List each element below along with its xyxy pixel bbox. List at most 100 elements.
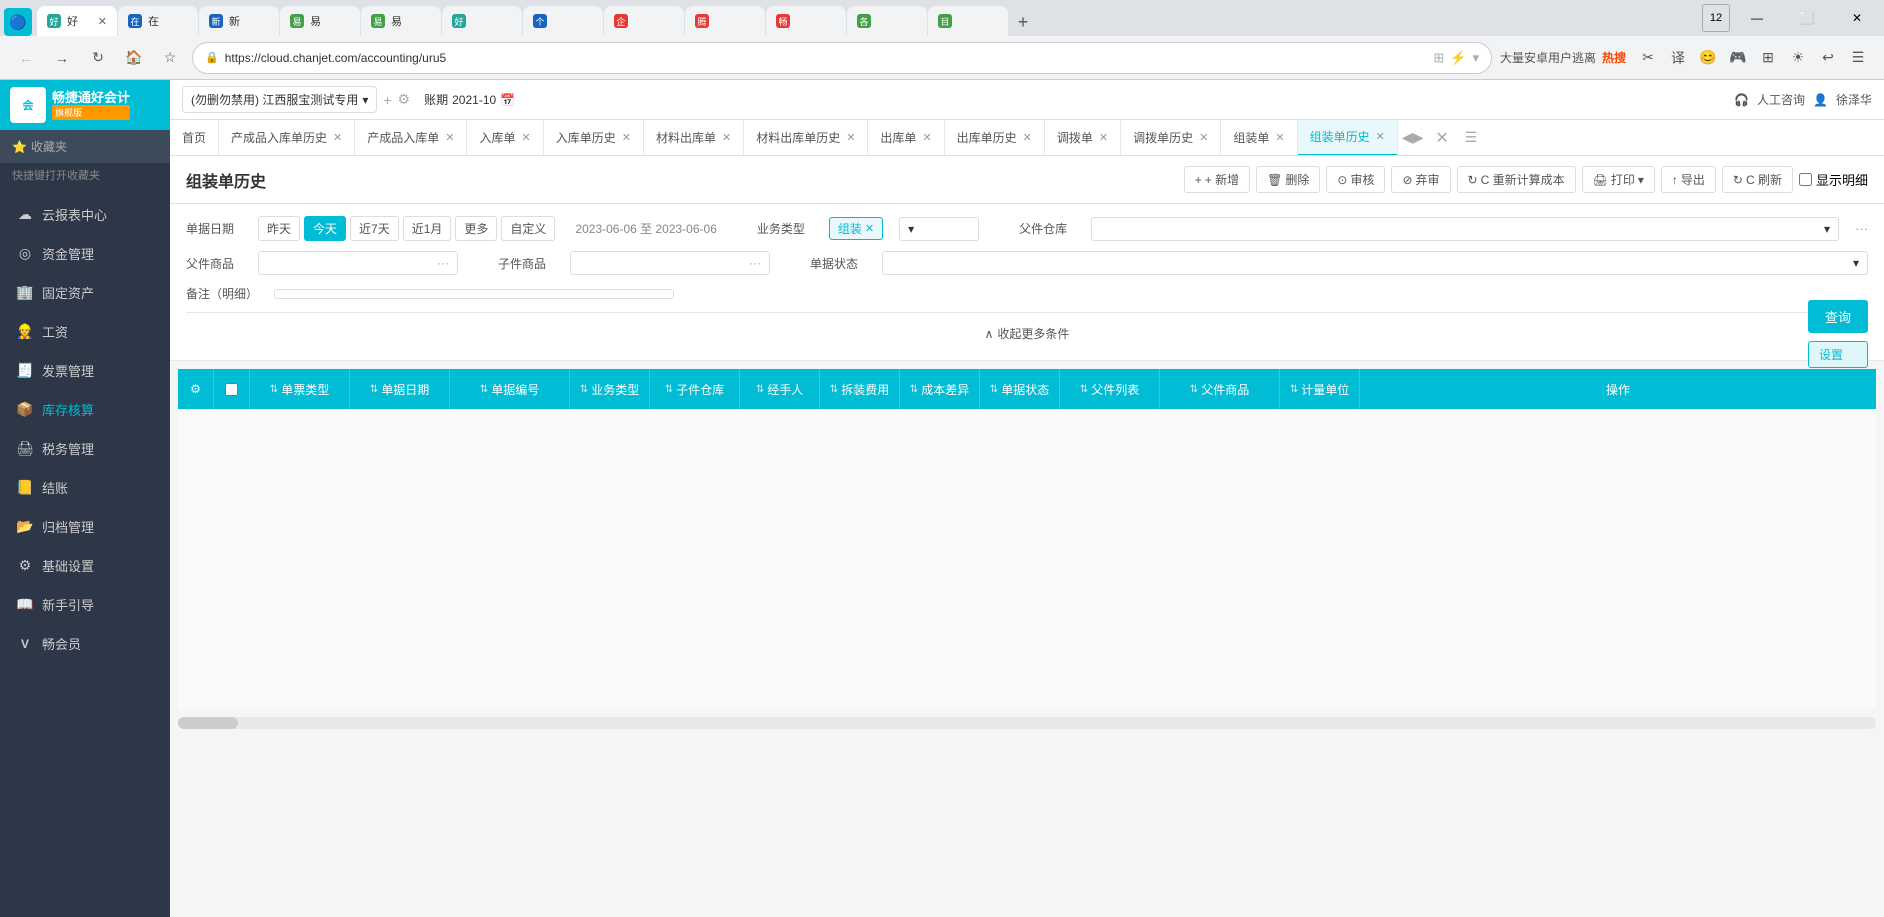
sun-tool[interactable]: ☀	[1784, 44, 1812, 72]
print-button[interactable]: 🖨 打印 ▾	[1582, 166, 1655, 193]
tab-close-icon[interactable]: ✕	[1275, 131, 1284, 144]
sidebar-item-fixed-asset[interactable]: 🏢 固定资产	[0, 273, 170, 312]
delete-button[interactable]: 🗑 删除	[1256, 166, 1320, 193]
dropdown-icon[interactable]: ▾	[1472, 50, 1479, 66]
emoji-tool[interactable]: 😊	[1694, 44, 1722, 72]
th-sub-warehouse[interactable]: ⇅ 子件仓库	[650, 369, 740, 409]
sidebar-item-invoice[interactable]: 🧾 发票管理	[0, 351, 170, 390]
today-btn[interactable]: 今天	[304, 216, 346, 241]
refresh-button[interactable]: ↻ C 刷新	[1722, 166, 1793, 193]
select-all-checkbox[interactable]	[225, 383, 238, 396]
company-selector[interactable]: (勿删勿禁用) 江西服宝测试专用 ▾	[182, 86, 377, 113]
reload-button[interactable]: ↻	[84, 44, 112, 72]
browser-tab-4[interactable]: 易 易	[361, 6, 441, 36]
sidebar-bookmark[interactable]: ⭐ 收藏夹	[0, 130, 170, 163]
maximize-button[interactable]: ⬜	[1784, 0, 1830, 36]
tab-close-icon[interactable]: ✕	[333, 131, 342, 144]
tab-assembly[interactable]: 组装单 ✕	[1221, 120, 1297, 156]
tab-out-history[interactable]: 出库单历史 ✕	[945, 120, 1045, 156]
browser-tab-3[interactable]: 易 易	[280, 6, 360, 36]
bookmark-button[interactable]: ☆	[156, 44, 184, 72]
tab-product-in[interactable]: 产成品入库单 ✕	[355, 120, 467, 156]
export-button[interactable]: ↑ 导出	[1661, 166, 1716, 193]
query-button[interactable]: 查询	[1808, 300, 1868, 333]
parent-goods-input[interactable]: ···	[258, 251, 458, 275]
scrollbar-thumb[interactable]	[178, 717, 238, 729]
close-all-tabs[interactable]: ✕	[1427, 128, 1456, 148]
sidebar-item-cloud-report[interactable]: ☁ 云报表中心	[0, 195, 170, 234]
nav-right-arrow[interactable]: ▶	[1413, 129, 1424, 146]
more-btn[interactable]: 更多	[455, 216, 497, 241]
tab-close-icon[interactable]: ✕	[1376, 130, 1385, 143]
th-settings[interactable]: ⚙	[178, 369, 214, 409]
browser-tab-7[interactable]: 企	[604, 6, 684, 36]
bill-status-select[interactable]: ▾	[882, 251, 1868, 275]
th-unit[interactable]: ⇅ 计量单位	[1280, 369, 1360, 409]
tab-close-icon[interactable]: ✕	[846, 131, 855, 144]
nav-left-arrow[interactable]: ◀	[1402, 129, 1413, 146]
forward-button[interactable]: →	[48, 44, 76, 72]
company-settings-icon[interactable]: ⚙	[398, 91, 411, 108]
tab-count-badge[interactable]: 12	[1702, 4, 1730, 32]
th-biz-type[interactable]: ⇅ 业务类型	[570, 369, 650, 409]
audit-button[interactable]: ⊙ 审核	[1326, 166, 1385, 193]
scissors-tool[interactable]: ✂	[1634, 44, 1662, 72]
tab-close[interactable]: ✕	[98, 15, 107, 28]
url-bar[interactable]: 🔒 https://cloud.chanjet.com/accounting/u…	[192, 42, 1492, 74]
tab-in-bill[interactable]: 入库单 ✕	[467, 120, 543, 156]
close-button[interactable]: ✕	[1834, 0, 1880, 36]
new-tab-button[interactable]: +	[1009, 8, 1037, 36]
translate-tool[interactable]: 译	[1664, 44, 1692, 72]
grid-tool[interactable]: ⊞	[1754, 44, 1782, 72]
browser-tab-10[interactable]: 各	[847, 6, 927, 36]
yesterday-btn[interactable]: 昨天	[258, 216, 300, 241]
minimize-button[interactable]: —	[1734, 0, 1780, 36]
th-checkbox[interactable]	[214, 369, 250, 409]
parent-wh-select[interactable]: ▾	[1091, 217, 1839, 241]
tab-out-bill[interactable]: 出库单 ✕	[868, 120, 944, 156]
collapse-button[interactable]: ∧ 收起更多条件	[186, 319, 1868, 348]
qr-icon[interactable]: ⊞	[1433, 50, 1444, 66]
tab-material-out-history[interactable]: 材料出库单历史 ✕	[744, 120, 868, 156]
tab-product-in-history[interactable]: 产成品入库单历史 ✕	[219, 120, 355, 156]
th-bill-date[interactable]: ⇅ 单据日期	[350, 369, 450, 409]
recalc-button[interactable]: ↻ C 重新计算成本	[1457, 166, 1576, 193]
tab-close-icon[interactable]: ✕	[445, 131, 454, 144]
th-cost-diff[interactable]: ⇅ 成本差异	[900, 369, 980, 409]
back-button[interactable]: ←	[12, 44, 40, 72]
add-company-icon[interactable]: +	[383, 92, 391, 108]
more-options-icon[interactable]: ···	[1855, 221, 1868, 236]
tab-more-options[interactable]: ☰	[1457, 129, 1486, 146]
tab-close-icon[interactable]: ✕	[1023, 131, 1032, 144]
extensions-icon[interactable]: ⚡	[1450, 50, 1466, 66]
browser-tab-2[interactable]: 新 新	[199, 6, 279, 36]
browser-tab-11[interactable]: 目	[928, 6, 1008, 36]
browser-tab-1[interactable]: 在 在	[118, 6, 198, 36]
sidebar-item-checkout[interactable]: 📒 结账	[0, 468, 170, 507]
week-btn[interactable]: 近7天	[350, 216, 399, 241]
tab-material-out[interactable]: 材料出库单 ✕	[644, 120, 744, 156]
tab-close-icon[interactable]: ✕	[722, 131, 731, 144]
tab-close-icon[interactable]: ✕	[1199, 131, 1208, 144]
biz-type-select[interactable]: ▾	[899, 217, 979, 241]
tab-home[interactable]: 首页	[170, 120, 219, 156]
browser-tab-active[interactable]: 好 好 ✕	[37, 6, 117, 36]
th-handler[interactable]: ⇅ 经手人	[740, 369, 820, 409]
more-icon[interactable]: ···	[749, 256, 761, 270]
menu-tool[interactable]: ☰	[1844, 44, 1872, 72]
tab-transfer-history[interactable]: 调拨单历史 ✕	[1121, 120, 1221, 156]
tab-in-history[interactable]: 入库单历史 ✕	[544, 120, 644, 156]
child-goods-input[interactable]: ···	[570, 251, 770, 275]
horizontal-scrollbar[interactable]	[178, 717, 1876, 729]
custom-btn[interactable]: 自定义	[501, 216, 555, 241]
month-btn[interactable]: 近1月	[403, 216, 452, 241]
th-bill-no[interactable]: ⇅ 单据编号	[450, 369, 570, 409]
sidebar-item-inventory[interactable]: 📦 库存核算	[0, 390, 170, 429]
browser-tab-8[interactable]: 腾	[685, 6, 765, 36]
show-detail-checkbox[interactable]	[1799, 173, 1812, 186]
tab-assembly-history[interactable]: 组装单历史 ✕	[1298, 120, 1398, 156]
th-parent-goods[interactable]: ⇅ 父件商品	[1160, 369, 1280, 409]
add-button[interactable]: + + 新增	[1184, 166, 1250, 193]
sidebar-item-archive[interactable]: 📂 归档管理	[0, 507, 170, 546]
th-parent-list[interactable]: ⇅ 父件列表	[1060, 369, 1160, 409]
